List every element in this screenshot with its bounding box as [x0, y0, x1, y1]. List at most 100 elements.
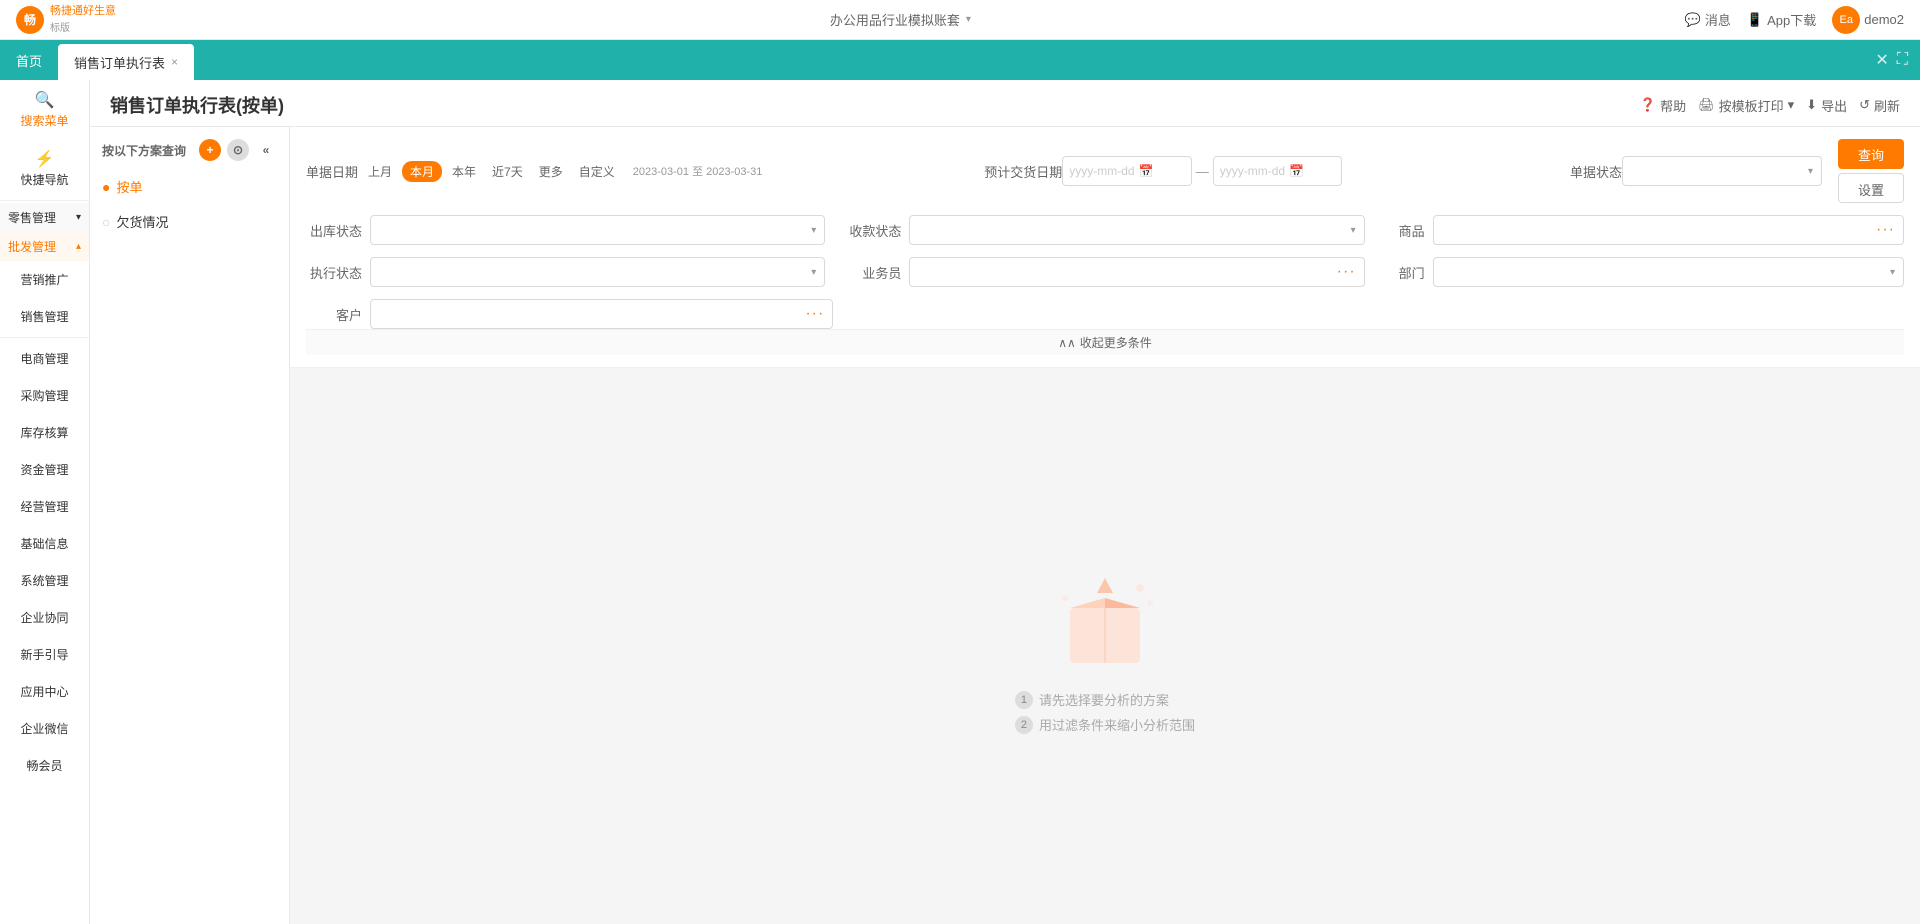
filter-container: 单据日期 上月 本月 本年 近7天 更多 自定义 2023-03-01 至 20… [290, 127, 1920, 368]
date-btn-this-year[interactable]: 本年 [446, 161, 482, 182]
refresh-btn[interactable]: ↺ 刷新 [1859, 96, 1900, 115]
filter-row-date: 单据日期 上月 本月 本年 近7天 更多 自定义 2023-03-01 至 20… [306, 139, 1904, 203]
salesperson-label: 业务员 [845, 263, 901, 282]
window-expand-icon[interactable]: ⛶ [1897, 51, 1908, 69]
expected-date-end[interactable]: yyyy-mm-dd 📅 [1213, 156, 1343, 186]
sidebar-item-search[interactable]: 🔍 搜索菜单 [0, 80, 89, 139]
help-btn[interactable]: ❓ 帮助 [1640, 96, 1686, 115]
sidebar-divider-2 [0, 337, 89, 338]
left-panel-title: 按以下方案查询 [102, 142, 186, 159]
sidebar-item-system[interactable]: 系统管理 [0, 562, 89, 599]
exec-status-label: 执行状态 [306, 263, 362, 282]
nav-title: 办公用品行业模拟账套 [830, 10, 960, 29]
sidebar-item-member[interactable]: 畅会员 [0, 747, 89, 784]
delivery-status-control[interactable]: ▾ [370, 215, 825, 245]
delivery-status-label: 出库状态 [306, 221, 362, 240]
goods-control[interactable]: ··· [1433, 215, 1904, 245]
empty-icon [1045, 558, 1165, 678]
left-panel-copy-btn[interactable]: ⊙ [227, 139, 249, 161]
sidebar-item-operations[interactable]: 经营管理 [0, 488, 89, 525]
message-icon: 💬 [1685, 12, 1701, 28]
content-area: 销售订单执行表(按单) ❓ 帮助 🖨 按模板打印 ▾ ⬇ 导出 ↺ 刷新 [90, 80, 1920, 924]
nav-title-area[interactable]: 办公用品行业模拟账套 ▾ [830, 10, 971, 29]
empty-hint-1: 1 请先选择要分析的方案 [1015, 690, 1169, 709]
collapse-more-btn[interactable]: ∧∧ 收起更多条件 [306, 329, 1904, 355]
sidebar-item-quick-nav[interactable]: ⚡ 快捷导航 [0, 139, 89, 198]
tab-close-icon[interactable]: × [171, 55, 178, 69]
filter-row-exec: 执行状态 ▾ 业务员 ··· [306, 257, 1904, 287]
tab-home[interactable]: 首页 [0, 40, 58, 80]
sidebar-item-purchase[interactable]: 采购管理 [0, 377, 89, 414]
date-btn-last-month[interactable]: 上月 [362, 161, 398, 182]
sidebar-item-retail[interactable]: 零售管理 ▾ [0, 203, 89, 232]
left-panel-actions: + ⊙ « [199, 139, 277, 161]
salesperson-control[interactable]: ··· [909, 257, 1364, 287]
payment-status-control[interactable]: ▾ [909, 215, 1364, 245]
dept-chevron-icon: ▾ [1890, 267, 1895, 278]
exec-status-control[interactable]: ▾ [370, 257, 825, 287]
empty-text: 1 请先选择要分析的方案 2 用过滤条件来缩小分析范围 [1015, 690, 1195, 734]
messages-btn[interactable]: 💬 消息 [1685, 10, 1731, 29]
left-panel: 按以下方案查询 + ⊙ « ● 按单 ○ 欠货情况 [90, 127, 290, 924]
sidebar-item-basic-info[interactable]: 基础信息 [0, 525, 89, 562]
tab-active[interactable]: 销售订单执行表 × [58, 44, 194, 80]
calendar-end-icon: 📅 [1289, 164, 1304, 178]
date-btn-more[interactable]: 更多 [533, 161, 569, 182]
customer-dots-icon[interactable]: ··· [805, 305, 824, 323]
dept-group: 部门 ▾ [1385, 257, 1904, 287]
export-btn[interactable]: ⬇ 导出 [1806, 96, 1847, 115]
help-icon: ❓ [1640, 97, 1656, 113]
date-btn-7days[interactable]: 近7天 [486, 161, 529, 182]
sidebar-item-tutorial[interactable]: 新手引导 [0, 636, 89, 673]
sidebar-item-ecommerce[interactable]: 电商管理 [0, 340, 89, 377]
dept-control[interactable]: ▾ [1433, 257, 1904, 287]
expected-date-start[interactable]: yyyy-mm-dd 📅 [1062, 156, 1192, 186]
sidebar-item-app-center[interactable]: 应用中心 [0, 673, 89, 710]
top-bar-left: 畅 畅捷通好生意 标版 [16, 5, 116, 33]
status-label: 单据状态 [1562, 162, 1622, 181]
sidebar-item-collab[interactable]: 企业协同 [0, 599, 89, 636]
download-icon: 📱 [1747, 12, 1763, 28]
actions-col: 查询 设置 [1822, 139, 1904, 203]
expected-date-label: 预计交货日期 [982, 162, 1062, 181]
goods-label: 商品 [1385, 221, 1425, 240]
exec-status-group: 执行状态 ▾ [306, 257, 825, 287]
date-btn-custom[interactable]: 自定义 [573, 161, 621, 182]
window-close-icon[interactable]: ✕ [1875, 50, 1888, 70]
salesperson-dots-icon[interactable]: ··· [1337, 263, 1356, 281]
sidebar-item-finance[interactable]: 资金管理 [0, 451, 89, 488]
hint-num-1: 1 [1015, 691, 1033, 709]
query-button[interactable]: 查询 [1838, 139, 1904, 169]
customer-label: 客户 [306, 305, 362, 324]
search-icon: 🔍 [35, 90, 55, 110]
left-panel-item-by-order[interactable]: ● 按单 [90, 169, 289, 204]
date-label: 单据日期 [306, 162, 362, 181]
nav-dropdown-icon[interactable]: ▾ [966, 14, 971, 25]
payment-status-group: 收款状态 ▾ [845, 215, 1364, 245]
retail-arrow-icon: ▾ [76, 212, 81, 223]
top-bar-right: 💬 消息 📱 App下载 Ea demo2 [1685, 6, 1904, 34]
goods-dots-icon[interactable]: ··· [1876, 221, 1895, 239]
sidebar-item-marketing[interactable]: 营销推广 [0, 261, 89, 298]
top-bar: 畅 畅捷通好生意 标版 办公用品行业模拟账套 ▾ 💬 消息 📱 App下载 Ea… [0, 0, 1920, 40]
date-btn-this-month[interactable]: 本月 [402, 161, 442, 182]
left-panel-add-btn[interactable]: + [199, 139, 221, 161]
left-panel-collapse-btn[interactable]: « [255, 139, 277, 161]
left-panel-item-shortage[interactable]: ○ 欠货情况 [90, 204, 289, 239]
app-download-btn[interactable]: 📱 App下载 [1747, 10, 1816, 29]
status-control[interactable]: ▾ [1622, 156, 1822, 186]
user-menu[interactable]: Ea demo2 [1832, 6, 1904, 34]
settings-button[interactable]: 设置 [1838, 173, 1904, 203]
sidebar-item-inventory[interactable]: 库存核算 [0, 414, 89, 451]
sidebar-item-wholesale[interactable]: 批发管理 ▴ [0, 232, 89, 261]
collapse-up-icon: ∧∧ [1058, 336, 1076, 350]
sidebar-item-sales[interactable]: 销售管理 [0, 298, 89, 335]
page-header-actions: ❓ 帮助 🖨 按模板打印 ▾ ⬇ 导出 ↺ 刷新 [1640, 96, 1900, 115]
sidebar-item-wechat[interactable]: 企业微信 [0, 710, 89, 747]
status-chevron-icon: ▾ [1808, 166, 1813, 177]
print-btn[interactable]: 🖨 按模板打印 ▾ [1698, 96, 1794, 115]
customer-control[interactable]: ··· [370, 299, 833, 329]
filter-row-customer: 客户 ··· [306, 299, 1904, 329]
dept-label: 部门 [1385, 263, 1425, 282]
salesperson-group: 业务员 ··· [845, 257, 1364, 287]
